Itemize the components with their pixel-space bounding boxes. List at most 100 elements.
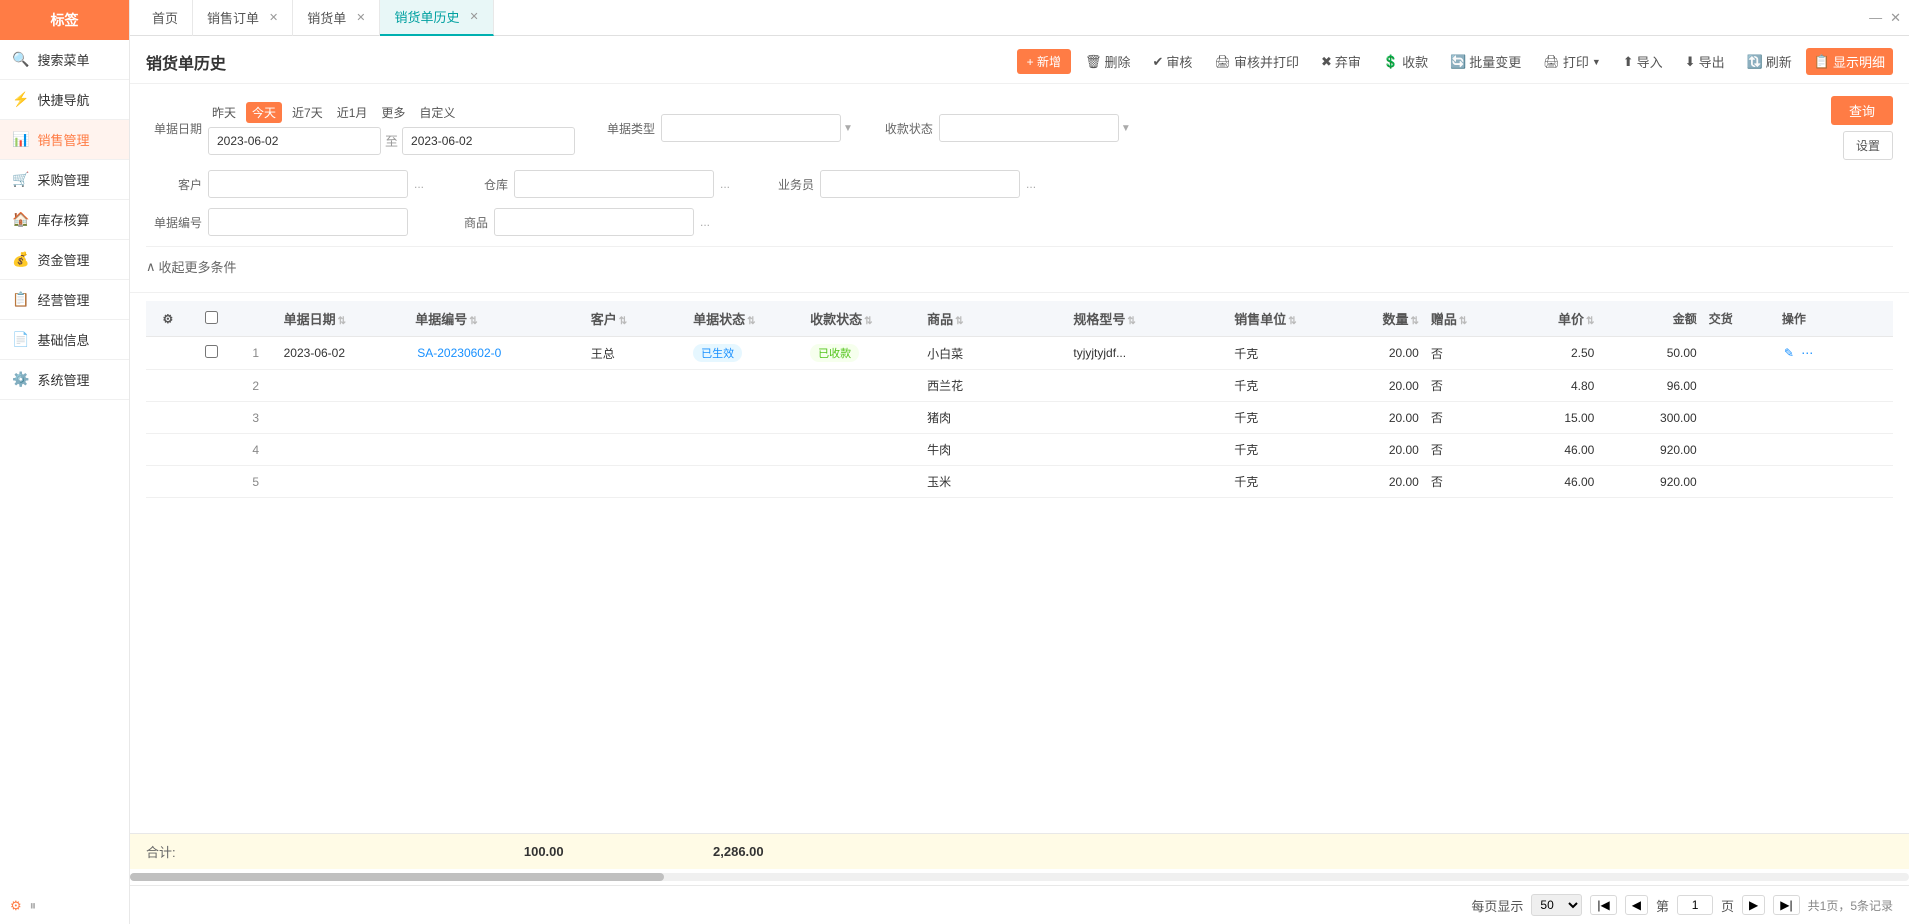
sidebar-item-purchase-mgmt[interactable]: 🛒 采购管理 [0, 160, 129, 200]
page-size-select[interactable]: 50 10 20 100 [1531, 894, 1582, 916]
col-settings[interactable]: ⚙ [146, 301, 190, 337]
goods-sort-icon[interactable]: ⇅ [955, 316, 963, 327]
window-minimize-btn[interactable]: — [1869, 10, 1882, 25]
select-all-checkbox[interactable] [205, 311, 218, 324]
export-button[interactable]: ⬇ 导出 [1677, 48, 1733, 75]
salesman-input[interactable] [820, 170, 1020, 198]
date-to-input[interactable] [402, 127, 575, 155]
warehouse-ellipsis[interactable]: ... [716, 175, 734, 193]
prev-page-btn[interactable]: ◀ [1625, 895, 1648, 915]
doc-no-input[interactable] [208, 208, 408, 236]
sidebar-item-system[interactable]: ⚙️ 系统管理 [0, 360, 129, 400]
batch-change-button[interactable]: 🔄 批量变更 [1442, 48, 1529, 75]
date-7days-btn[interactable]: 近7天 [288, 102, 327, 123]
sidebar-item-finance[interactable]: 💰 资金管理 [0, 240, 129, 280]
setting-button[interactable]: 设置 [1843, 131, 1893, 160]
goods-input[interactable] [494, 208, 694, 236]
import-button[interactable]: ⬆ 导入 [1615, 48, 1671, 75]
customer-sort-icon[interactable]: ⇅ [619, 316, 627, 327]
query-button[interactable]: 查询 [1831, 96, 1893, 125]
goods-ellipsis[interactable]: ... [696, 213, 714, 231]
delete-button[interactable]: 🗑 删除 [1077, 48, 1139, 75]
salesman-ellipsis[interactable]: ... [1022, 175, 1040, 193]
doc-type-dropdown-icon[interactable]: ▼ [843, 123, 853, 134]
warehouse-input[interactable] [514, 170, 714, 198]
tab-sales-order[interactable]: 销售订单 ✕ [193, 0, 293, 36]
window-close-btn[interactable]: ✕ [1890, 10, 1901, 26]
tab-sales-history[interactable]: 销货单历史 ✕ [380, 0, 493, 36]
current-page-input[interactable] [1677, 895, 1713, 915]
next-page-btn[interactable]: ▶ [1742, 895, 1765, 915]
horizontal-scrollbar[interactable] [130, 873, 1909, 881]
doc-status-sort-icon[interactable]: ⇅ [747, 316, 755, 327]
action-edit-btn[interactable]: ✎ [1782, 346, 1796, 360]
new-button[interactable]: + 新增 [1017, 49, 1071, 74]
scrollbar-thumb[interactable] [130, 873, 664, 881]
date-today-btn[interactable]: 今天 [246, 102, 282, 123]
sidebar-item-inventory[interactable]: 🏠 库存核算 [0, 200, 129, 240]
collect-button[interactable]: 💲 收款 [1375, 48, 1436, 75]
tab-home[interactable]: 首页 [138, 0, 193, 36]
tab-home-label: 首页 [152, 8, 178, 27]
pay-status-sort-icon[interactable]: ⇅ [864, 316, 872, 327]
cell-doc-no[interactable] [409, 466, 585, 498]
cell-txn [1703, 466, 1776, 498]
cell-doc-no[interactable] [409, 434, 585, 466]
row-checkbox[interactable] [205, 345, 218, 358]
date-custom-btn[interactable]: 自定义 [415, 102, 459, 123]
cell-gift: 否 [1425, 370, 1498, 402]
sidebar-item-operations[interactable]: 📋 经营管理 [0, 280, 129, 320]
audit-print-button[interactable]: 🖨 审核并打印 [1206, 48, 1307, 75]
tab-sales-goods[interactable]: 销货单 ✕ [293, 0, 380, 36]
cell-rownum: 2 [234, 370, 278, 402]
refresh-button[interactable]: 🔃 刷新 [1739, 48, 1800, 75]
cell-gift: 否 [1425, 466, 1498, 498]
spec-sort-icon[interactable]: ⇅ [1127, 316, 1135, 327]
tab-sales-goods-close[interactable]: ✕ [356, 11, 365, 24]
show-detail-button[interactable]: 📋 显示明细 [1806, 48, 1893, 75]
sidebar-item-search-menu[interactable]: 🔍 搜索菜单 [0, 40, 129, 80]
date-separator: 至 [385, 131, 398, 150]
date-yesterday-btn[interactable]: 昨天 [208, 102, 240, 123]
collect-icon: 💲 [1383, 54, 1399, 70]
audit-button[interactable]: ✔ 审核 [1145, 48, 1201, 75]
sidebar-item-basic-info[interactable]: 📄 基础信息 [0, 320, 129, 360]
cell-unit: 千克 [1228, 337, 1337, 370]
pay-status-input[interactable] [939, 114, 1119, 142]
customer-ellipsis[interactable]: ... [410, 175, 428, 193]
cell-price: 4.80 [1498, 370, 1600, 402]
gift-sort-icon[interactable]: ⇅ [1459, 316, 1467, 327]
sidebar-settings-icon[interactable]: ⚙ [10, 898, 22, 914]
date-more-btn[interactable]: 更多 [377, 102, 409, 123]
action-more-btn[interactable]: ⋯ [1799, 346, 1815, 360]
doc-no-sort-icon[interactable]: ⇅ [469, 316, 477, 327]
tab-sales-order-close[interactable]: ✕ [269, 11, 278, 24]
collapse-button[interactable]: ∧ 收起更多条件 [146, 253, 1893, 280]
cell-doc-date [278, 402, 410, 434]
sidebar-item-label: 搜索菜单 [37, 50, 89, 69]
cell-doc-no[interactable] [409, 370, 585, 402]
tab-sales-history-close[interactable]: ✕ [470, 10, 479, 23]
cell-goods: 玉米 [921, 466, 1067, 498]
doc-date-sort-icon[interactable]: ⇅ [338, 316, 346, 327]
cell-amount: 50.00 [1600, 337, 1702, 370]
doc-type-input[interactable] [661, 114, 841, 142]
date-1month-btn[interactable]: 近1月 [333, 102, 372, 123]
date-from-input[interactable] [208, 127, 381, 155]
qty-sort-icon[interactable]: ⇅ [1410, 316, 1418, 327]
cell-doc-no[interactable]: SA-20230602-0 [409, 337, 585, 370]
abandon-button[interactable]: ✖ 弃审 [1313, 48, 1369, 75]
sidebar-item-quick-nav[interactable]: ⚡ 快捷导航 [0, 80, 129, 120]
unit-sort-icon[interactable]: ⇅ [1288, 316, 1296, 327]
price-sort-icon[interactable]: ⇅ [1586, 316, 1594, 327]
cell-doc-no[interactable] [409, 402, 585, 434]
sidebar-item-sales-mgmt[interactable]: 📊 销售管理 [0, 120, 129, 160]
customer-input[interactable] [208, 170, 408, 198]
print-button[interactable]: 🖨 打印 ▼ [1535, 48, 1608, 75]
first-page-btn[interactable]: |◀ [1590, 895, 1616, 915]
sidebar-collapse-icon[interactable]: ⏸ [30, 898, 37, 914]
last-page-btn[interactable]: ▶| [1773, 895, 1799, 915]
doc-no-link[interactable]: SA-20230602-0 [415, 346, 503, 360]
pay-status-dropdown-icon[interactable]: ▼ [1121, 123, 1131, 134]
warehouse-label: 仓库 [452, 176, 508, 193]
